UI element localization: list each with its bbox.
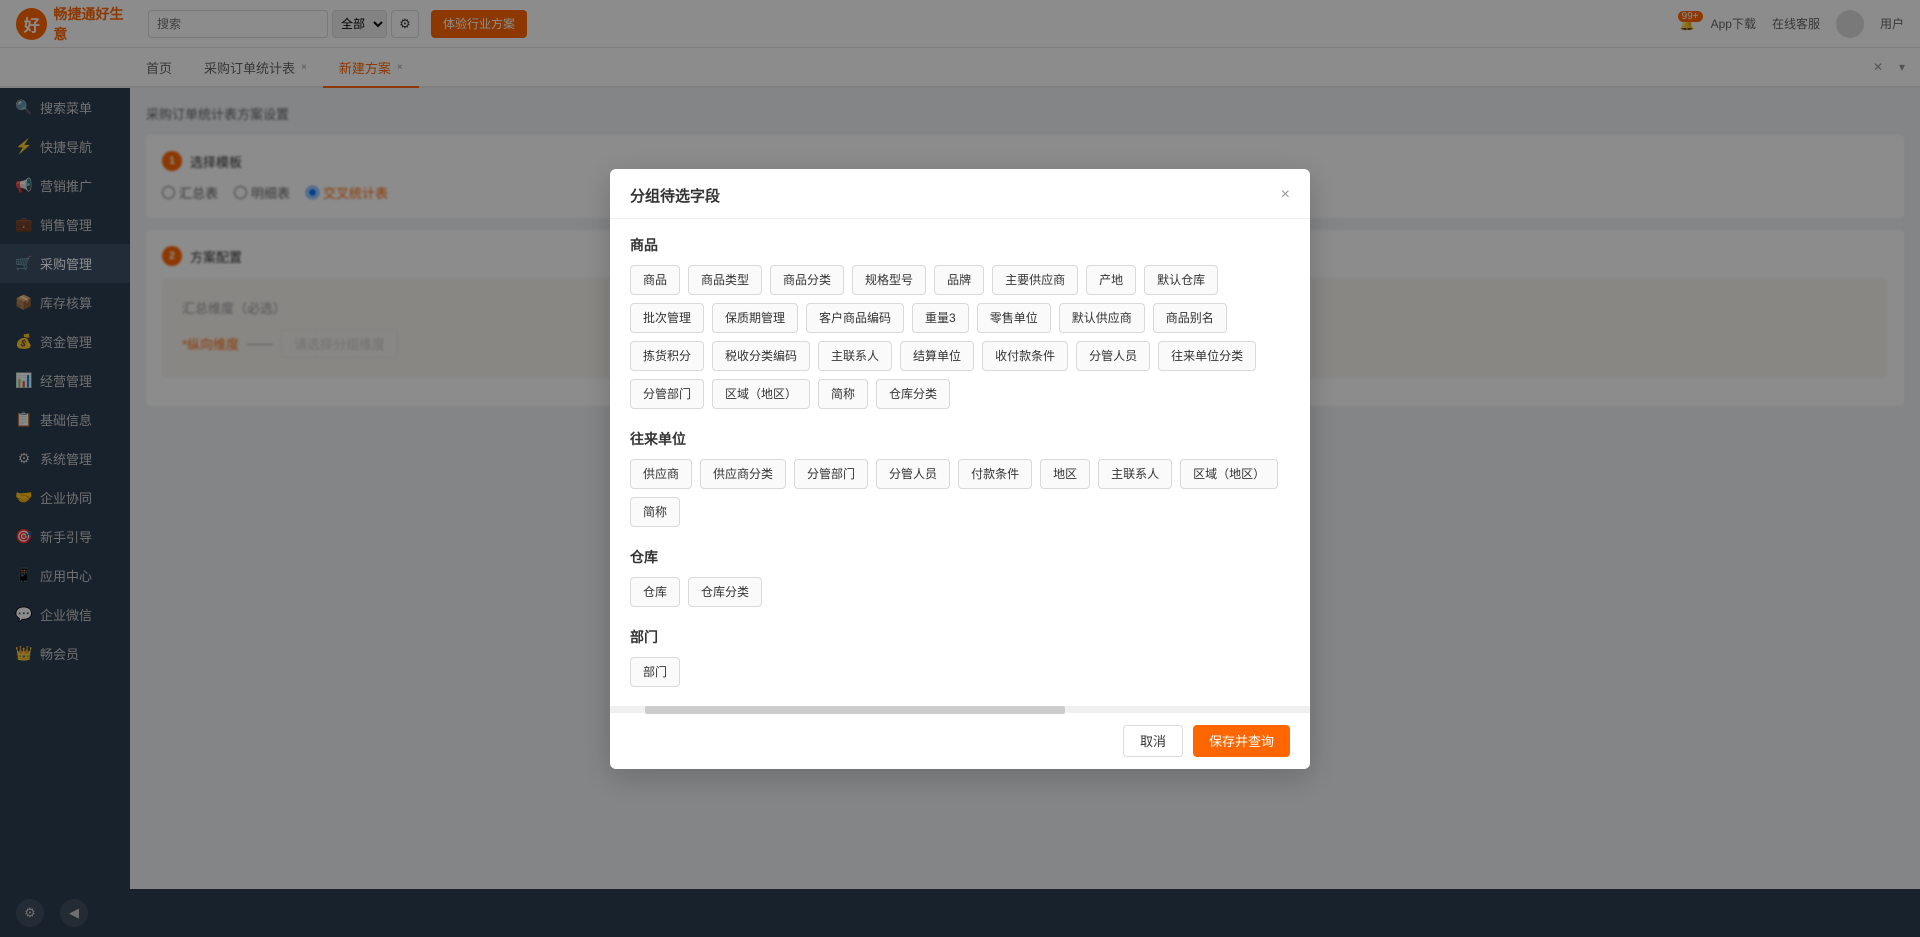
field-tag-warehouse-1[interactable]: 仓库分类 (688, 577, 762, 607)
modal-overlay: 分组待选字段 × 商品 商品 商品类型 商品分类 规格型号 品牌 主要供应商 产… (0, 0, 1920, 937)
modal-title: 分组待选字段 (630, 185, 720, 206)
field-tag-product-25[interactable]: 仓库分类 (876, 379, 950, 409)
field-tag-product-9[interactable]: 保质期管理 (712, 303, 798, 333)
field-tag-product-2[interactable]: 商品分类 (770, 265, 844, 295)
field-tag-partner-6[interactable]: 主联系人 (1098, 459, 1172, 489)
modal-close-button[interactable]: × (1281, 186, 1290, 204)
field-list-warehouse: 仓库 仓库分类 (630, 577, 1290, 607)
modal-header: 分组待选字段 × (610, 169, 1310, 219)
field-list-dept: 部门 (630, 657, 1290, 687)
field-group-partner: 往来单位 供应商 供应商分类 分管部门 分管人员 付款条件 地区 主联系人 区域… (630, 429, 1290, 527)
field-tag-product-10[interactable]: 客户商品编码 (806, 303, 904, 333)
confirm-button[interactable]: 保存并查询 (1193, 725, 1290, 757)
field-list-partner: 供应商 供应商分类 分管部门 分管人员 付款条件 地区 主联系人 区域（地区） … (630, 459, 1290, 527)
field-tag-product-12[interactable]: 零售单位 (977, 303, 1051, 333)
field-tag-partner-2[interactable]: 分管部门 (794, 459, 868, 489)
horizontal-scrollbar-thumb[interactable] (645, 706, 1065, 714)
cancel-button[interactable]: 取消 (1123, 725, 1183, 757)
field-tag-partner-4[interactable]: 付款条件 (958, 459, 1032, 489)
field-tag-product-1[interactable]: 商品类型 (688, 265, 762, 295)
field-group-dept: 部门 部门 (630, 627, 1290, 687)
field-tag-product-0[interactable]: 商品 (630, 265, 680, 295)
field-tag-product-23[interactable]: 区域（地区） (712, 379, 810, 409)
field-tag-partner-8[interactable]: 简称 (630, 497, 680, 527)
field-tag-product-24[interactable]: 简称 (818, 379, 868, 409)
field-group-product-title: 商品 (630, 235, 1290, 255)
field-group-dept-title: 部门 (630, 627, 1290, 647)
field-tag-partner-0[interactable]: 供应商 (630, 459, 692, 489)
field-list-product: 商品 商品类型 商品分类 规格型号 品牌 主要供应商 产地 默认仓库 批次管理 … (630, 265, 1290, 409)
field-tag-product-6[interactable]: 产地 (1086, 265, 1136, 295)
field-tag-product-16[interactable]: 税收分类编码 (712, 341, 810, 371)
field-tag-product-8[interactable]: 批次管理 (630, 303, 704, 333)
field-tag-product-13[interactable]: 默认供应商 (1059, 303, 1145, 333)
field-group-product: 商品 商品 商品类型 商品分类 规格型号 品牌 主要供应商 产地 默认仓库 批次… (630, 235, 1290, 409)
field-tag-product-17[interactable]: 主联系人 (818, 341, 892, 371)
field-tag-partner-1[interactable]: 供应商分类 (700, 459, 786, 489)
field-tag-product-7[interactable]: 默认仓库 (1144, 265, 1218, 295)
field-tag-product-18[interactable]: 结算单位 (900, 341, 974, 371)
field-group-warehouse-title: 仓库 (630, 547, 1290, 567)
modal-dialog: 分组待选字段 × 商品 商品 商品类型 商品分类 规格型号 品牌 主要供应商 产… (610, 169, 1310, 769)
field-tag-product-5[interactable]: 主要供应商 (992, 265, 1078, 295)
field-tag-product-21[interactable]: 往来单位分类 (1158, 341, 1256, 371)
field-group-warehouse: 仓库 仓库 仓库分类 (630, 547, 1290, 607)
field-tag-partner-7[interactable]: 区域（地区） (1180, 459, 1278, 489)
field-group-partner-title: 往来单位 (630, 429, 1290, 449)
field-tag-partner-5[interactable]: 地区 (1040, 459, 1090, 489)
field-tag-dept-0[interactable]: 部门 (630, 657, 680, 687)
field-tag-product-14[interactable]: 商品别名 (1153, 303, 1227, 333)
field-tag-product-4[interactable]: 品牌 (934, 265, 984, 295)
field-tag-product-20[interactable]: 分管人员 (1076, 341, 1150, 371)
field-tag-product-11[interactable]: 重量3 (912, 303, 969, 333)
field-tag-product-15[interactable]: 拣货积分 (630, 341, 704, 371)
modal-body: 商品 商品 商品类型 商品分类 规格型号 品牌 主要供应商 产地 默认仓库 批次… (610, 219, 1310, 707)
field-tag-partner-3[interactable]: 分管人员 (876, 459, 950, 489)
field-tag-product-22[interactable]: 分管部门 (630, 379, 704, 409)
modal-footer: 取消 保存并查询 (610, 712, 1310, 769)
horizontal-scrollbar[interactable] (610, 706, 1310, 711)
field-tag-product-3[interactable]: 规格型号 (852, 265, 926, 295)
field-tag-product-19[interactable]: 收付款条件 (982, 341, 1068, 371)
field-tag-warehouse-0[interactable]: 仓库 (630, 577, 680, 607)
